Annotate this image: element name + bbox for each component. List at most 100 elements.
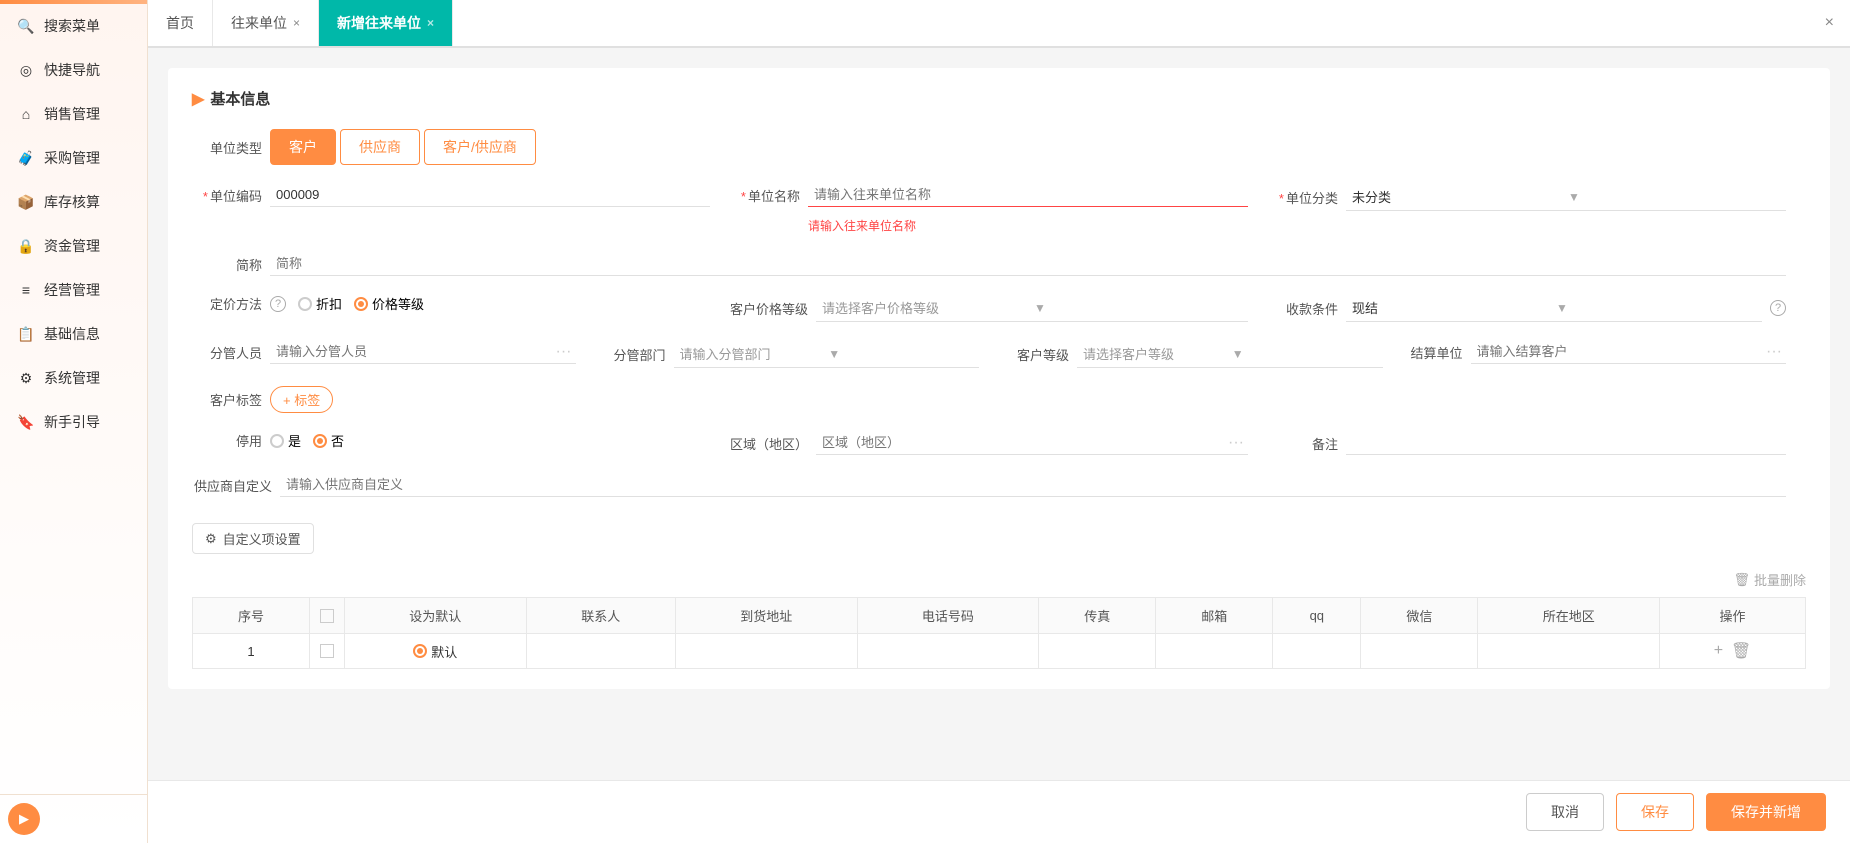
code-input[interactable] (270, 183, 710, 207)
unit-type-label: 单位类型 (192, 138, 262, 157)
inventory-icon: 📦 (16, 192, 36, 212)
pricing-option-level[interactable]: 价格等级 (354, 294, 424, 313)
name-input[interactable] (808, 183, 1248, 207)
pricing-row: 定价方法 ? 折扣 价格等级 客户价格 (192, 294, 1806, 322)
unit-type-row: 单位类型 客户 供应商 客户/供应商 (192, 129, 1806, 165)
add-tag-button[interactable]: + 标签 (270, 386, 333, 413)
disabled-no[interactable]: 否 (313, 431, 344, 450)
disabled-group: 停用 是 否 (192, 431, 730, 450)
category-group: *单位分类 未分类 ▼ (1268, 183, 1806, 211)
payment-chevron: ▼ (1556, 301, 1756, 315)
customer-level-label: 客户等级 (999, 345, 1069, 364)
abbr-group: 简称 (192, 252, 1806, 276)
settings-button[interactable]: ⚙ 自定义项设置 (192, 523, 314, 554)
abbr-input[interactable] (270, 252, 1786, 276)
sidebar-item-label: 库存核算 (44, 192, 100, 212)
sidebar-expand-btn[interactable]: ▶ (8, 803, 40, 835)
customer-price-select[interactable]: 请选择客户价格等级 ▼ (816, 294, 1248, 322)
batch-delete-icon: 🗑 (1733, 572, 1750, 588)
col-region: 所在地区 (1478, 598, 1660, 634)
sidebar-item-search[interactable]: 🔍 搜索菜单 (0, 4, 147, 48)
abbr-row: 简称 (192, 252, 1806, 276)
btn-both[interactable]: 客户/供应商 (424, 129, 536, 165)
disabled-label: 停用 (192, 431, 262, 450)
home-icon: ⌂ (16, 104, 36, 124)
sidebar-item-system[interactable]: ⚙ 系统管理 (0, 356, 147, 400)
cancel-button[interactable]: 取消 (1526, 793, 1604, 831)
sidebar-item-basic[interactable]: 📋 基础信息 (0, 312, 147, 356)
sidebar-item-quicknav[interactable]: ◎ 快捷导航 (0, 48, 147, 92)
tab-home-label: 首页 (166, 13, 194, 33)
settlement-more-btn[interactable]: ··· (1762, 343, 1786, 361)
sidebar-item-inventory[interactable]: 📦 库存核算 (0, 180, 147, 224)
tab-new-partner-close[interactable]: × (427, 16, 434, 30)
tab-new-partner[interactable]: 新增往来单位 × (319, 0, 453, 46)
region-more-btn[interactable]: ··· (1224, 434, 1248, 452)
manager-row: 分管人员 ··· 分管部门 请输入分管部门 ▼ 客户等级 (192, 340, 1806, 368)
search-icon: 🔍 (16, 16, 36, 36)
pricing-option-discount[interactable]: 折扣 (298, 294, 342, 313)
sidebar-item-label: 基础信息 (44, 324, 100, 344)
delete-row-btn[interactable]: 🗑 (1731, 641, 1751, 661)
operations-icon: ≡ (16, 280, 36, 300)
table-header-row: 序号 设为默认 联系人 到货地址 电话号码 传真 邮箱 qq 微信 所在地区 (193, 598, 1806, 634)
settlement-input[interactable] (1471, 340, 1763, 363)
remark-input[interactable] (1346, 431, 1786, 455)
category-label: *单位分类 (1268, 188, 1338, 207)
row-email (1156, 634, 1273, 669)
manager-input-group: ··· (270, 340, 576, 364)
dept-chevron: ▼ (828, 347, 973, 361)
row-index: 1 (193, 634, 310, 669)
add-row-btn[interactable]: + (1714, 642, 1723, 660)
sidebar-item-operations[interactable]: ≡ 经营管理 (0, 268, 147, 312)
name-group: *单位名称 请输入往来单位名称 (730, 183, 1268, 234)
tag-row: 客户标签 + 标签 (192, 386, 1806, 413)
row-action-cell: + 🗑 (1670, 641, 1795, 661)
name-label: *单位名称 (730, 186, 800, 205)
sidebar-item-guide[interactable]: 🔖 新手引导 (0, 400, 147, 444)
sidebar-item-label: 搜索菜单 (44, 16, 100, 36)
row-checkbox[interactable] (320, 644, 334, 658)
code-group: *单位编码 (192, 183, 730, 207)
sidebar-item-sales[interactable]: ⌂ 销售管理 (0, 92, 147, 136)
region-input[interactable] (816, 431, 1224, 454)
tab-partners-close[interactable]: × (293, 16, 300, 30)
customer-level-select[interactable]: 请选择客户等级 ▼ (1077, 340, 1383, 368)
save-new-button[interactable]: 保存并新增 (1706, 793, 1826, 831)
manager-more-btn[interactable]: ··· (552, 343, 576, 361)
category-select[interactable]: 未分类 ▼ (1346, 183, 1786, 211)
select-all-checkbox[interactable] (320, 609, 334, 623)
window-close-btn[interactable]: × (1809, 0, 1850, 46)
disabled-yes[interactable]: 是 (270, 431, 301, 450)
sidebar-bottom: ▶ (0, 794, 147, 843)
tab-partners[interactable]: 往来单位 × (213, 0, 319, 46)
batch-delete-btn[interactable]: 🗑 批量删除 (1733, 570, 1806, 589)
pricing-group: 定价方法 ? 折扣 价格等级 (192, 294, 730, 313)
manager-label: 分管人员 (192, 343, 262, 362)
btn-customer[interactable]: 客户 (270, 129, 336, 165)
row-contact (526, 634, 675, 669)
settlement-label: 结算单位 (1403, 343, 1463, 362)
payment-select[interactable]: 现结 ▼ (1346, 294, 1762, 322)
save-button[interactable]: 保存 (1616, 793, 1694, 831)
manager-input[interactable] (270, 340, 552, 363)
sidebar-item-finance[interactable]: 🔒 资金管理 (0, 224, 147, 268)
customer-level-chevron: ▼ (1232, 347, 1377, 361)
pricing-radio-group: 折扣 价格等级 (298, 294, 424, 313)
sidebar-item-label: 经营管理 (44, 280, 100, 300)
payment-help-icon[interactable]: ? (1770, 300, 1786, 316)
purchase-icon: 🧳 (16, 148, 36, 168)
sidebar-item-label: 新手引导 (44, 412, 100, 432)
tab-bar: 首页 往来单位 × 新增往来单位 × × (148, 0, 1850, 48)
sidebar-item-purchase[interactable]: 🧳 采购管理 (0, 136, 147, 180)
btn-supplier[interactable]: 供应商 (340, 129, 420, 165)
row-default-radio[interactable]: 默认 (355, 642, 516, 661)
supplier-custom-input[interactable] (280, 473, 1786, 497)
pricing-help-icon[interactable]: ? (270, 296, 286, 312)
pricing-label: 定价方法 (192, 294, 262, 313)
tab-home[interactable]: 首页 (148, 0, 213, 46)
dept-select[interactable]: 请输入分管部门 ▼ (674, 340, 980, 368)
col-wechat: 微信 (1361, 598, 1478, 634)
contact-table: 序号 设为默认 联系人 到货地址 电话号码 传真 邮箱 qq 微信 所在地区 (192, 597, 1806, 669)
supplier-custom-row: 供应商自定义 (192, 473, 1806, 497)
